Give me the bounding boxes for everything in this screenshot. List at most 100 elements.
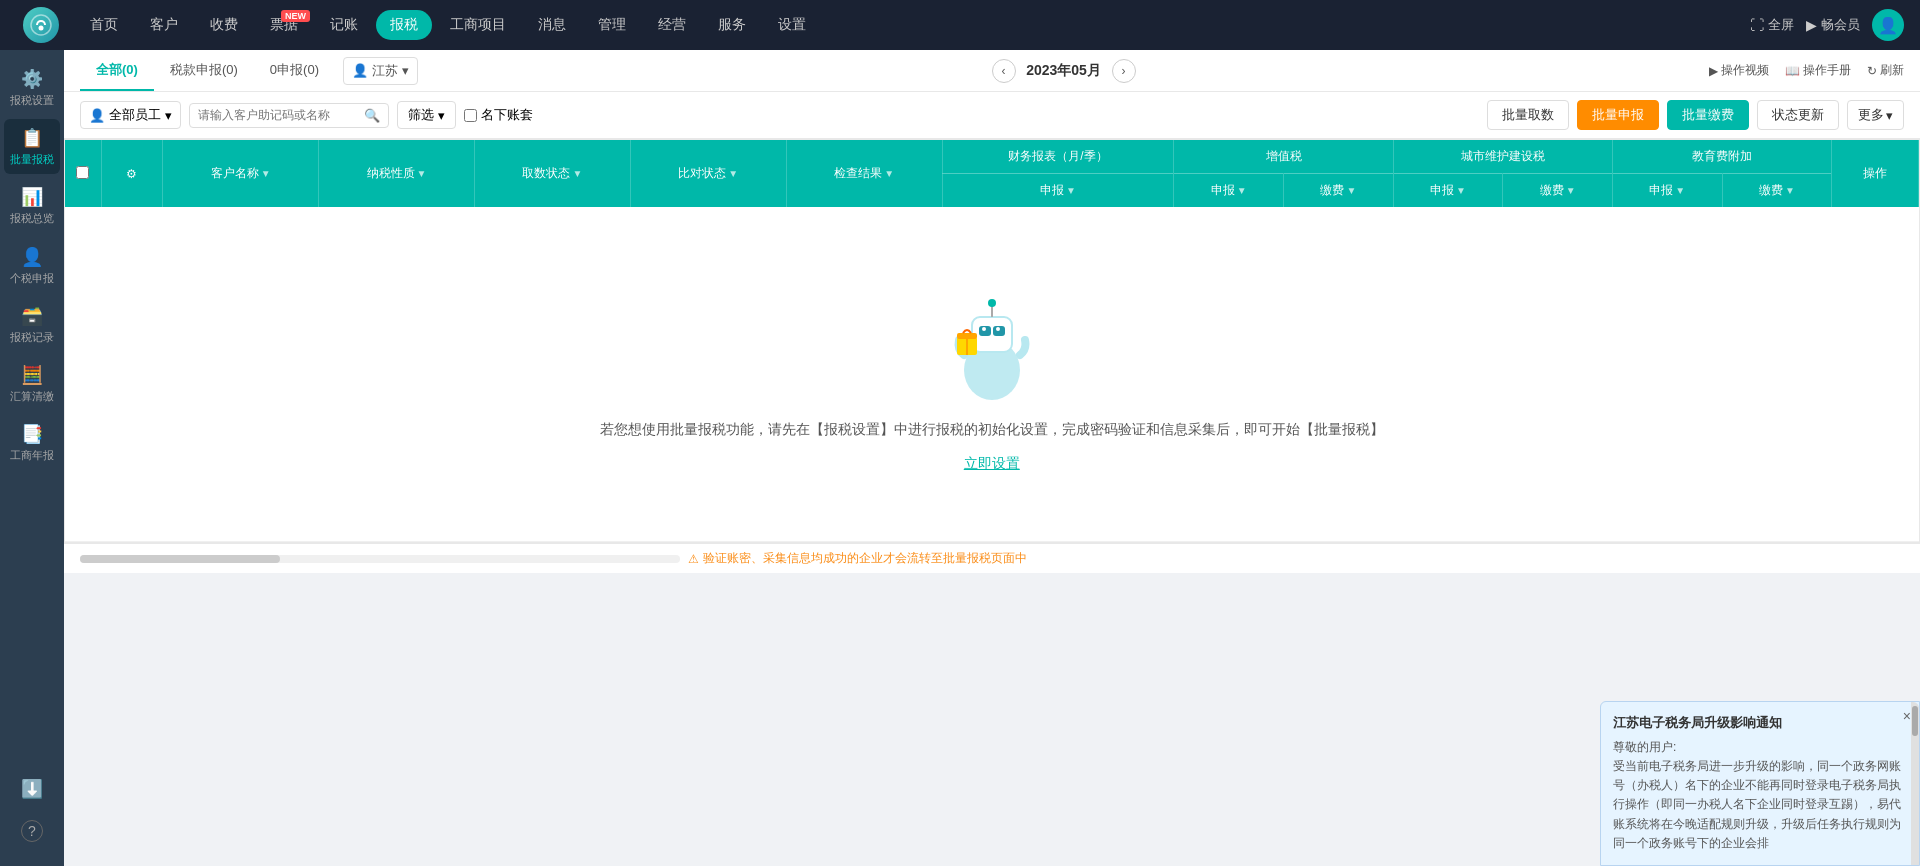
- nav-billing[interactable]: 收费: [196, 10, 252, 40]
- tab-zero-declaration[interactable]: 0申报(0): [254, 51, 335, 91]
- vip-button[interactable]: ▶ 畅会员: [1806, 16, 1860, 34]
- notification-panel: × 江苏电子税务局升级影响通知 尊敬的用户: 受当前电子税务局进一步升级的影响，…: [1600, 701, 1920, 866]
- th-financial-declare: 申报 ▼: [942, 174, 1174, 208]
- notification-scroll-thumb: [1912, 706, 1918, 736]
- more-icon: ▾: [1886, 108, 1893, 123]
- region-selector[interactable]: 👤 江苏 ▾: [343, 57, 418, 85]
- sidebar-download[interactable]: ⬇️: [4, 770, 60, 808]
- search-input[interactable]: [198, 108, 360, 122]
- nav-operation[interactable]: 经营: [644, 10, 700, 40]
- download-icon: ⬇️: [21, 778, 43, 800]
- status-warning: ⚠ 验证账密、采集信息均成功的企业才会流转至批量报税页面中: [688, 550, 1027, 567]
- th-fetch-status: 取数状态 ▼: [474, 140, 630, 207]
- annual-report-icon: 📑: [21, 423, 43, 445]
- employee-selector[interactable]: 👤 全部员工 ▾: [80, 101, 181, 129]
- sidebar-item-tax-settings[interactable]: ⚙️ 报税设置: [4, 60, 60, 115]
- batch-declare-button[interactable]: 批量申报: [1577, 100, 1659, 130]
- svg-point-7: [996, 327, 1000, 331]
- batch-fetch-button[interactable]: 批量取数: [1487, 100, 1569, 130]
- video-link[interactable]: ▶ 操作视频: [1709, 62, 1769, 79]
- sidebar-help[interactable]: ?: [4, 812, 60, 850]
- th-financial-report: 财务报表（月/季）: [942, 140, 1174, 174]
- tab-all[interactable]: 全部(0): [80, 51, 154, 91]
- person-icon: 👤: [352, 63, 368, 78]
- main-table: ⚙ 客户名称 ▼ 纳税性质 ▼: [65, 140, 1919, 542]
- user-icon: 👤: [89, 108, 105, 123]
- avatar-icon: 👤: [1878, 16, 1898, 35]
- th-customer-name: 客户名称 ▼: [163, 140, 319, 207]
- sidebar-item-tax-summary[interactable]: 📊 报税总览: [4, 178, 60, 233]
- sort-icon-fin-declare: ▼: [1066, 185, 1076, 196]
- nav-management[interactable]: 管理: [584, 10, 640, 40]
- th-vat-pay: 缴费 ▼: [1284, 174, 1394, 208]
- nav-service[interactable]: 服务: [704, 10, 760, 40]
- th-city-pay: 缴费 ▼: [1503, 174, 1613, 208]
- nav-accounting[interactable]: 记账: [316, 10, 372, 40]
- name-account-check[interactable]: [464, 109, 477, 122]
- sidebar-item-personal-tax[interactable]: 👤 个税申报: [4, 238, 60, 293]
- name-account-checkbox[interactable]: 名下账套: [464, 106, 533, 124]
- sort-icon-vat-pay: ▼: [1346, 185, 1356, 196]
- tax-settings-icon: ⚙️: [21, 68, 43, 90]
- nav-message[interactable]: 消息: [524, 10, 580, 40]
- data-table-wrap: ⚙ 客户名称 ▼ 纳税性质 ▼: [64, 139, 1920, 543]
- sort-icon-taxtype: ▼: [417, 168, 427, 179]
- prev-month-button[interactable]: ‹: [992, 59, 1016, 83]
- main-layout: ⚙️ 报税设置 📋 批量报税 📊 报税总览 👤 个税申报 🗃️ 报税记录 🧮 汇…: [0, 50, 1920, 866]
- warning-icon: ⚠: [688, 552, 699, 566]
- sidebar-item-annual-report[interactable]: 📑 工商年报: [4, 415, 60, 470]
- sort-icon-city-declare: ▼: [1456, 185, 1466, 196]
- main-content-area: 全部(0) 税款申报(0) 0申报(0) 👤 江苏 ▾ ‹ 2023年05月 ›: [64, 50, 1920, 866]
- book-icon: 📖: [1785, 64, 1800, 78]
- tax-summary-icon: 📊: [21, 186, 43, 208]
- notification-close-button[interactable]: ×: [1903, 708, 1911, 724]
- batch-pay-button[interactable]: 批量缴费: [1667, 100, 1749, 130]
- status-update-button[interactable]: 状态更新: [1757, 100, 1839, 130]
- fullscreen-button[interactable]: ⛶ 全屏: [1750, 16, 1794, 34]
- select-all-checkbox[interactable]: [76, 166, 89, 179]
- more-button[interactable]: 更多 ▾: [1847, 100, 1904, 130]
- tab-bar-left: 全部(0) 税款申报(0) 0申报(0) 👤 江苏 ▾: [80, 51, 418, 91]
- scroll-track[interactable]: [80, 555, 680, 563]
- sidebar-label-personal-tax: 个税申报: [10, 272, 54, 285]
- video-icon: ▶: [1709, 64, 1718, 78]
- robot-illustration: [927, 275, 1057, 405]
- sidebar-label-tax-record: 报税记录: [10, 331, 54, 344]
- sort-icon-checkresult: ▼: [884, 168, 894, 179]
- th-vat-declare: 申报 ▼: [1174, 174, 1284, 208]
- sidebar-item-tax-record[interactable]: 🗃️ 报税记录: [4, 297, 60, 352]
- th-checkbox: [65, 140, 101, 207]
- nav-customer[interactable]: 客户: [136, 10, 192, 40]
- setup-link[interactable]: 立即设置: [964, 455, 1020, 473]
- nav-industry[interactable]: 工商项目: [436, 10, 520, 40]
- nav-tax[interactable]: 报税: [376, 10, 432, 40]
- sidebar-item-settlement[interactable]: 🧮 汇算清缴: [4, 356, 60, 411]
- nav-invoice[interactable]: 票据 NEW: [256, 10, 312, 40]
- new-badge: NEW: [281, 10, 310, 22]
- nav-settings[interactable]: 设置: [764, 10, 820, 40]
- current-month: 2023年05月: [1024, 62, 1104, 80]
- sort-icon-city-pay: ▼: [1566, 185, 1576, 196]
- toolbar: 👤 全部员工 ▾ 🔍 筛选 ▾ 名下账套 批量取数 批量申报 批量缴费 状态更新: [64, 92, 1920, 139]
- refresh-button[interactable]: ↻ 刷新: [1867, 62, 1904, 79]
- notification-title: 江苏电子税务局升级影响通知: [1613, 714, 1907, 732]
- nav-home[interactable]: 首页: [76, 10, 132, 40]
- settlement-icon: 🧮: [21, 364, 43, 386]
- tab-tax-declaration[interactable]: 税款申报(0): [154, 51, 254, 91]
- th-city-construction: 城市维护建设税: [1393, 140, 1612, 174]
- empty-state-cell: 若您想使用批量报税功能，请先在【报税设置】中进行报税的初始化设置，完成密码验证和…: [65, 207, 1919, 542]
- next-month-button[interactable]: ›: [1112, 59, 1136, 83]
- scroll-thumb: [80, 555, 280, 563]
- sidebar-item-batch-tax[interactable]: 📋 批量报税: [4, 119, 60, 174]
- th-edu-declare: 申报 ▼: [1612, 174, 1722, 208]
- th-operations: 操作: [1832, 140, 1919, 207]
- manual-link[interactable]: 📖 操作手册: [1785, 62, 1851, 79]
- th-vat: 增值税: [1174, 140, 1393, 174]
- filter-button[interactable]: 筛选 ▾: [397, 101, 456, 129]
- user-avatar[interactable]: 👤: [1872, 9, 1904, 41]
- chevron-down-icon: ▾: [402, 63, 409, 78]
- tab-bar: 全部(0) 税款申报(0) 0申报(0) 👤 江苏 ▾ ‹ 2023年05月 ›: [64, 50, 1920, 92]
- sort-icon-edu-declare: ▼: [1675, 185, 1685, 196]
- sort-icon-comparestatus: ▼: [728, 168, 738, 179]
- notification-scroll[interactable]: [1911, 702, 1919, 865]
